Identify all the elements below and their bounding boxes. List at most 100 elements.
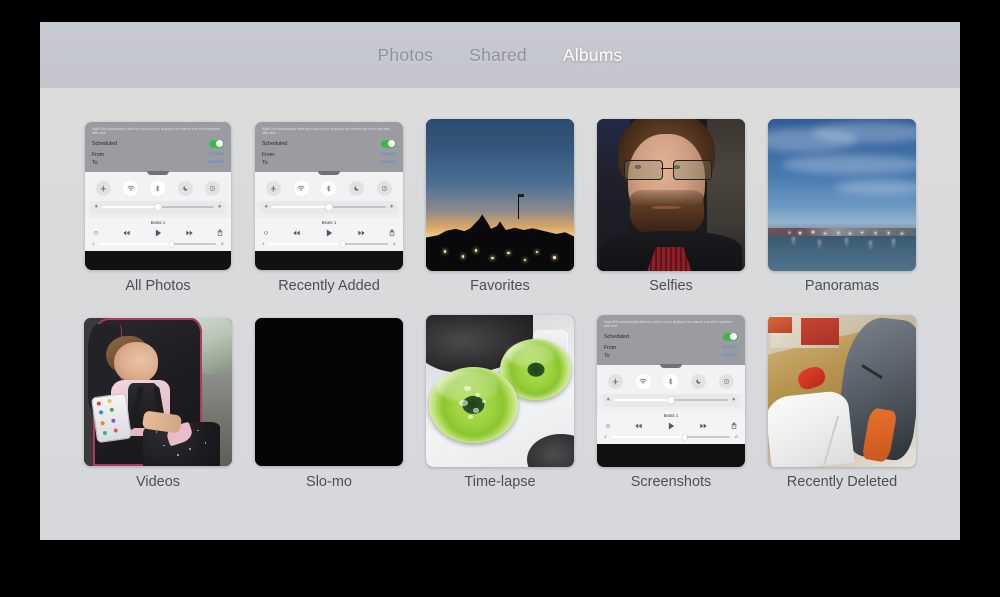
album-thumbnail-wrap bbox=[426, 318, 574, 466]
tab-shared[interactable]: Shared bbox=[451, 45, 545, 66]
control-center-handle bbox=[85, 172, 231, 177]
play-icon[interactable] bbox=[326, 229, 333, 237]
brightness-slider[interactable]: ☀ ☀ bbox=[260, 201, 398, 214]
bluetooth-icon[interactable] bbox=[663, 374, 678, 389]
album-tile-slo-mo[interactable]: Slo-mo bbox=[255, 318, 403, 490]
do-not-disturb-icon[interactable] bbox=[691, 374, 706, 389]
from-value: Sunset bbox=[379, 151, 396, 159]
night-shift-description: Night Shift automatically shifts the col… bbox=[92, 127, 224, 136]
to-label: To bbox=[92, 159, 104, 167]
volume-slider[interactable]: ♪ ♫ bbox=[602, 435, 740, 440]
play-icon[interactable] bbox=[155, 229, 162, 237]
airplay-share-icon[interactable] bbox=[731, 422, 737, 429]
beard bbox=[630, 190, 704, 237]
fast-forward-icon[interactable] bbox=[357, 230, 365, 236]
bluetooth-icon[interactable] bbox=[321, 181, 336, 196]
favorite-heart-icon[interactable] bbox=[605, 423, 611, 429]
from-label: From bbox=[262, 151, 274, 159]
album-label: Selfies bbox=[597, 278, 745, 294]
wifi-icon[interactable] bbox=[123, 181, 138, 196]
brightness-slider[interactable]: ☀ ☀ bbox=[602, 394, 740, 407]
album-tile-all-photos[interactable]: Night Shift automatically shifts the col… bbox=[84, 122, 232, 294]
airplay-share-icon[interactable] bbox=[389, 229, 395, 236]
scheduled-toggle[interactable] bbox=[209, 140, 224, 149]
favorite-heart-icon[interactable] bbox=[263, 230, 269, 236]
favorite-heart-icon[interactable] bbox=[93, 230, 99, 236]
album-tile-recently-added[interactable]: Night Shift automatically shifts the col… bbox=[255, 122, 403, 294]
wifi-icon[interactable] bbox=[294, 181, 309, 196]
bluetooth-icon[interactable] bbox=[150, 181, 165, 196]
to-label: To bbox=[604, 352, 616, 360]
fast-forward-icon[interactable] bbox=[185, 230, 193, 236]
album-label: Slo-mo bbox=[255, 474, 403, 490]
album-label: Panoramas bbox=[768, 278, 916, 294]
volume-slider[interactable]: ♪ ♫ bbox=[260, 242, 398, 247]
album-tile-recently-deleted[interactable]: Recently Deleted bbox=[768, 318, 916, 490]
album-tile-time-lapse[interactable]: Time-lapse bbox=[426, 318, 574, 490]
brightness-low-icon: ☀ bbox=[264, 205, 268, 210]
to-value: Sunrise bbox=[379, 159, 396, 167]
control-center-handle bbox=[255, 172, 403, 177]
airplane-mode-icon[interactable] bbox=[608, 374, 623, 389]
cathedral-dusk-photo bbox=[426, 119, 574, 271]
play-icon[interactable] bbox=[668, 422, 675, 430]
toy-remote bbox=[91, 393, 132, 444]
album-tile-screenshots[interactable]: Night Shift automatically shifts the col… bbox=[597, 318, 745, 490]
brightness-high-icon: ☀ bbox=[732, 398, 736, 403]
airplane-mode-icon[interactable] bbox=[266, 181, 281, 196]
airplay-share-icon[interactable] bbox=[217, 229, 223, 236]
rotation-lock-icon[interactable] bbox=[377, 181, 392, 196]
brightness-slider[interactable]: ☀ ☀ bbox=[90, 201, 226, 214]
child-head bbox=[114, 342, 158, 383]
album-thumbnail-wrap bbox=[597, 122, 745, 270]
from-label: From bbox=[92, 151, 104, 159]
album-thumbnail-wrap: Night Shift automatically shifts the col… bbox=[597, 318, 745, 466]
to-value: Sunrise bbox=[721, 352, 738, 360]
album-label: Videos bbox=[84, 474, 232, 490]
rotation-lock-icon[interactable] bbox=[205, 181, 220, 196]
street-lights bbox=[426, 244, 574, 265]
media-title: Beats 1 bbox=[90, 220, 226, 225]
tab-photos[interactable]: Photos bbox=[360, 45, 452, 66]
volume-low-icon: ♪ bbox=[92, 242, 95, 247]
do-not-disturb-icon[interactable] bbox=[178, 181, 193, 196]
shoes-on-mat-photo bbox=[768, 315, 916, 467]
brightness-low-icon: ☀ bbox=[94, 205, 98, 210]
scheduled-toggle[interactable] bbox=[723, 333, 738, 342]
flag-pole bbox=[518, 194, 519, 220]
wifi-icon[interactable] bbox=[636, 374, 651, 389]
sky-water-panorama-photo bbox=[768, 119, 916, 271]
top-navigation-bar: Photos Shared Albums bbox=[40, 22, 960, 88]
album-tile-panoramas[interactable]: Panoramas bbox=[768, 122, 916, 294]
volume-low-icon: ♪ bbox=[604, 435, 607, 440]
album-tile-videos[interactable]: Videos bbox=[84, 318, 232, 490]
do-not-disturb-icon[interactable] bbox=[349, 181, 364, 196]
rewind-icon[interactable] bbox=[635, 423, 643, 429]
album-thumbnail-wrap: Night Shift automatically shifts the col… bbox=[255, 122, 403, 270]
volume-slider[interactable]: ♪ ♫ bbox=[90, 242, 226, 247]
night-shift-description: Night Shift automatically shifts the col… bbox=[262, 127, 396, 136]
quick-toggles-row bbox=[85, 177, 231, 201]
scheduled-toggle[interactable] bbox=[381, 140, 396, 149]
album-thumbnail-wrap bbox=[255, 318, 403, 466]
scheduled-label: Scheduled bbox=[604, 334, 629, 340]
airplane-mode-icon[interactable] bbox=[96, 181, 111, 196]
rewind-icon[interactable] bbox=[293, 230, 301, 236]
fast-forward-icon[interactable] bbox=[699, 423, 707, 429]
rotation-lock-icon[interactable] bbox=[719, 374, 734, 389]
from-value: Sunset bbox=[721, 344, 738, 352]
album-tile-selfies[interactable]: Selfies bbox=[597, 122, 745, 294]
media-title: Beats 1 bbox=[602, 413, 740, 418]
control-center-handle bbox=[597, 365, 745, 370]
album-tile-favorites[interactable]: Favorites bbox=[426, 122, 574, 294]
water bbox=[768, 236, 916, 271]
from-label: From bbox=[604, 344, 616, 352]
album-thumbnail-wrap bbox=[768, 318, 916, 466]
tab-albums[interactable]: Albums bbox=[545, 45, 641, 66]
rewind-icon[interactable] bbox=[123, 230, 131, 236]
album-label: All Photos bbox=[84, 278, 232, 294]
photos-app-window: Photos Shared Albums Night Shift automat… bbox=[40, 22, 960, 540]
album-label: Recently Deleted bbox=[768, 474, 916, 490]
album-label: Time-lapse bbox=[426, 474, 574, 490]
night-shift-panel: Night Shift automatically shifts the col… bbox=[85, 122, 231, 172]
